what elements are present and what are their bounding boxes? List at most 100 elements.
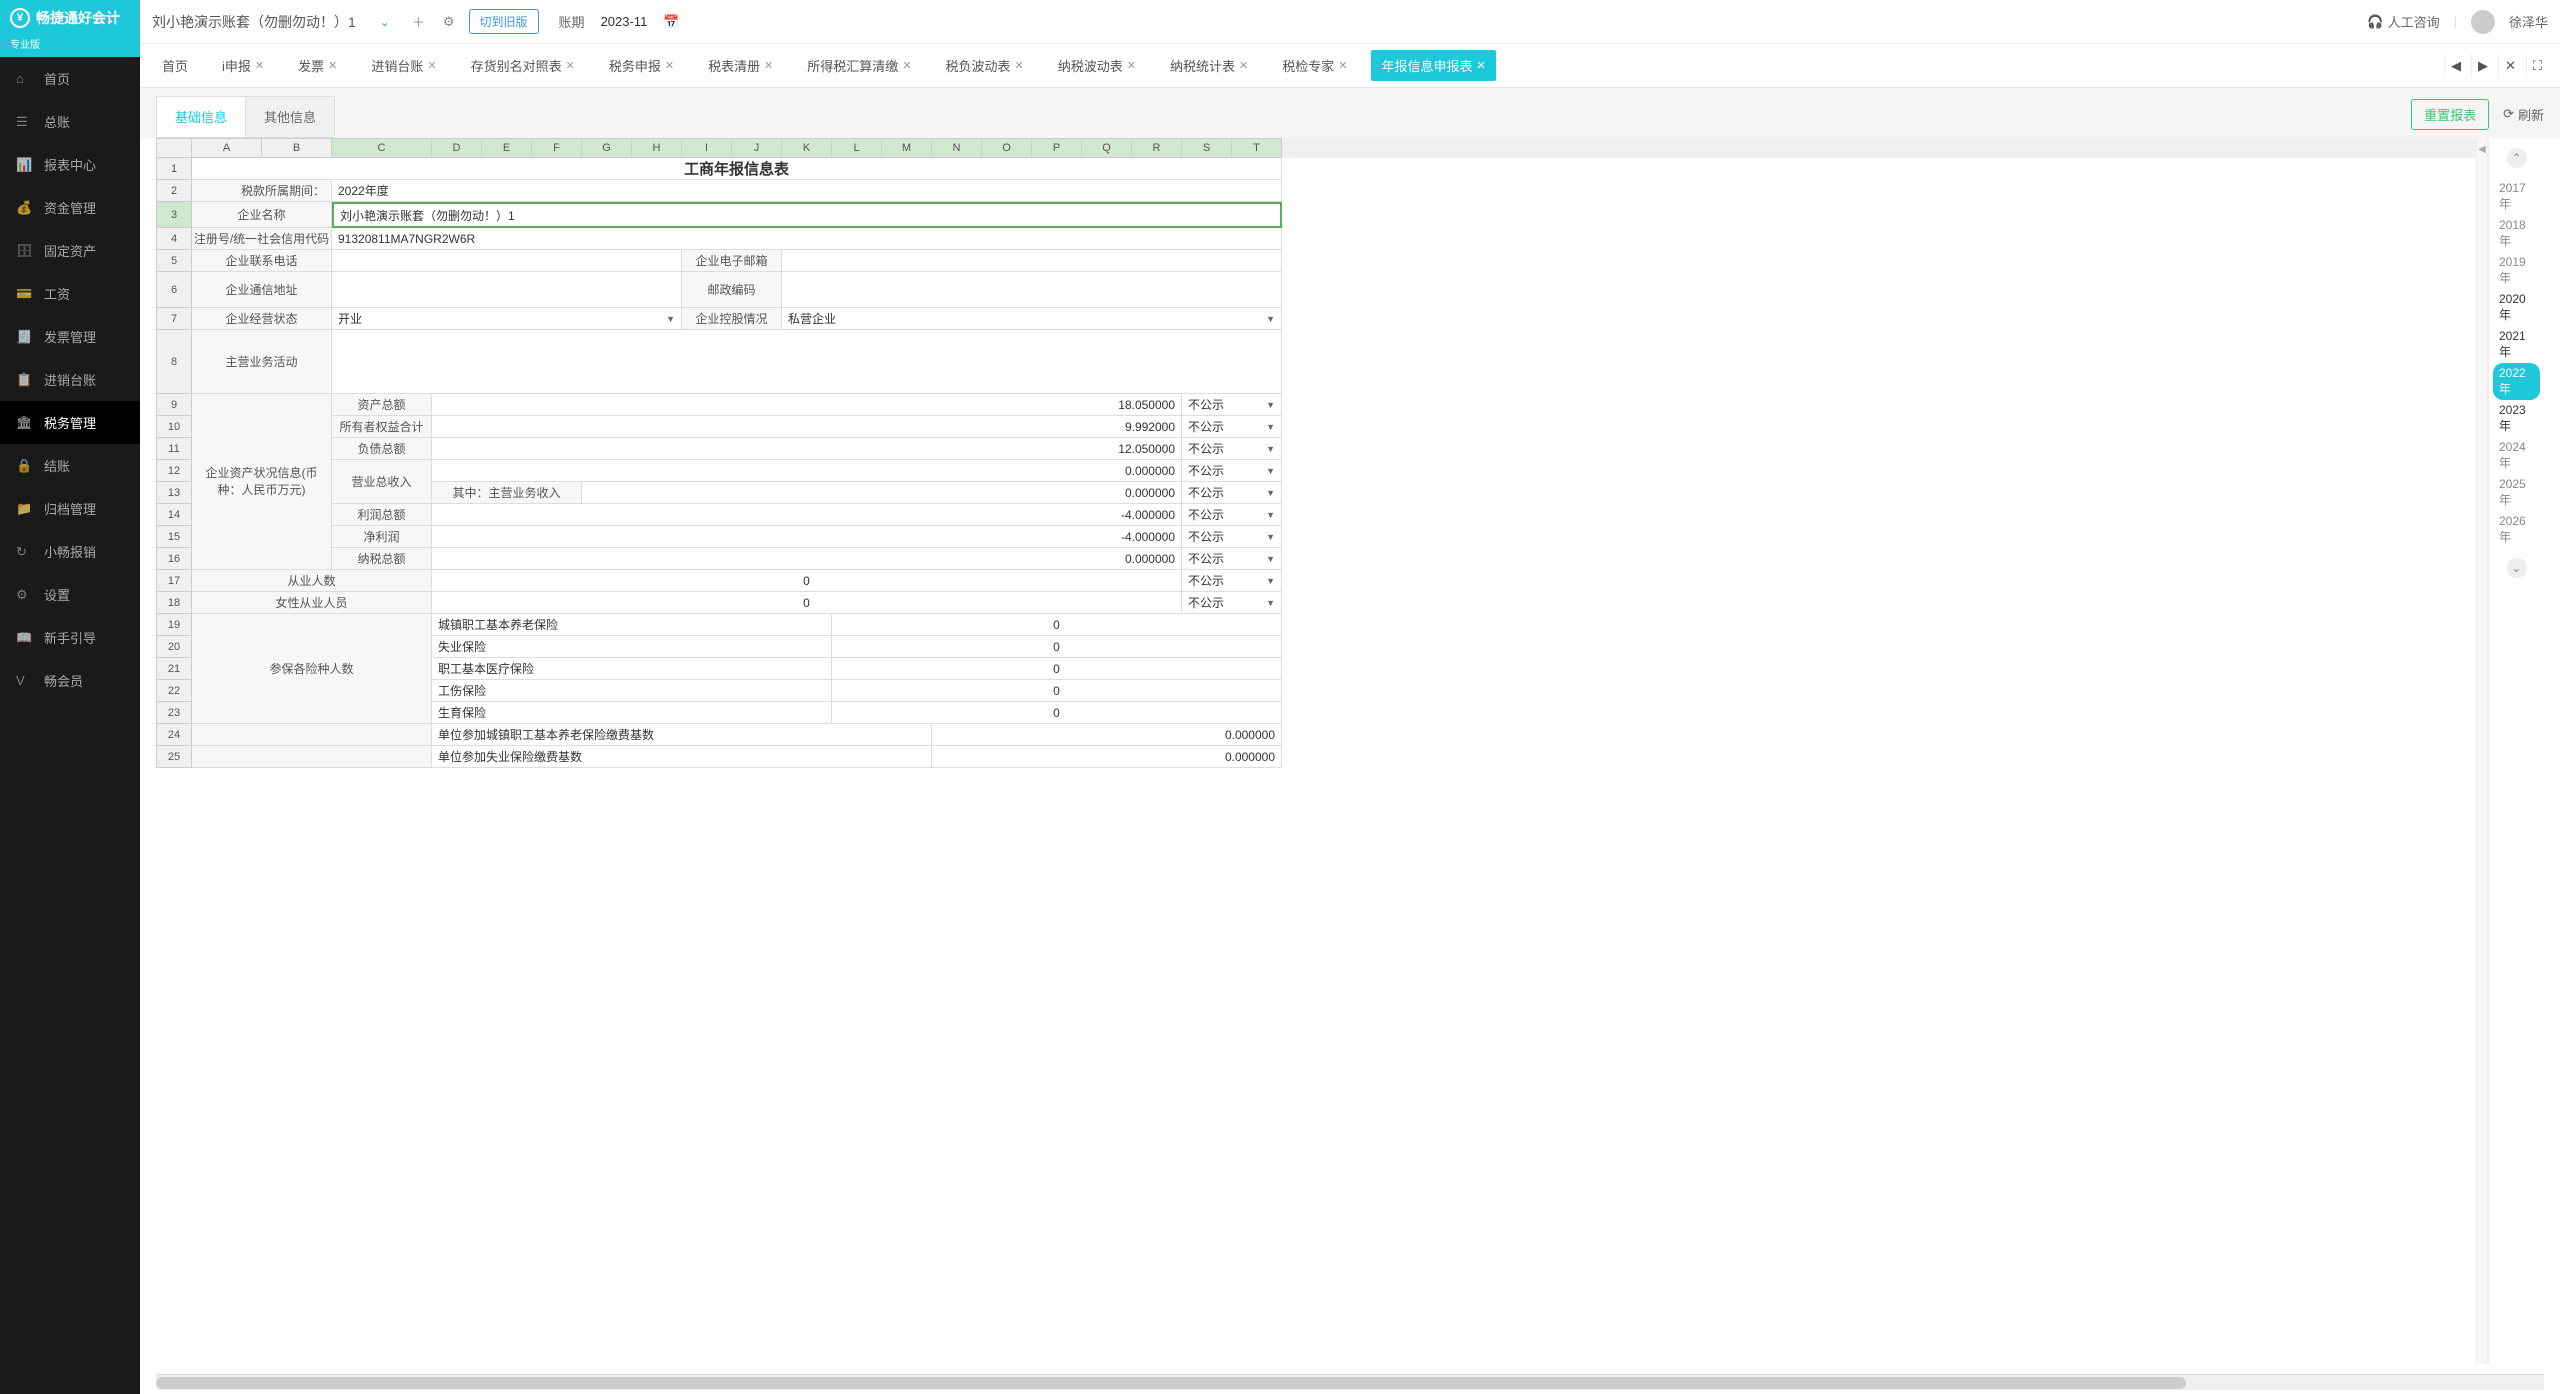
tab[interactable]: 年报信息申报表✕ <box>1371 50 1495 81</box>
row-header[interactable]: 6 <box>156 272 192 308</box>
sidebar-item-salary[interactable]: 💳工资 <box>0 272 140 315</box>
row-header[interactable]: 13 <box>156 482 192 504</box>
tabs-close-all-icon[interactable]: ✕ <box>2498 54 2522 78</box>
row-header[interactable]: 24 <box>156 724 192 746</box>
close-icon[interactable]: ✕ <box>1476 59 1485 72</box>
year-item[interactable]: 2023年 <box>2493 400 2540 437</box>
col-header[interactable]: M <box>882 138 932 158</box>
col-header[interactable]: G <box>582 138 632 158</box>
year-item[interactable]: 2026年 <box>2493 511 2540 548</box>
ins-row-value[interactable]: 0 <box>832 702 1282 724</box>
year-item[interactable]: 2019年 <box>2493 252 2540 289</box>
sidebar-item-tax[interactable]: 🏛税务管理 <box>0 401 140 444</box>
sidebar-item-report[interactable]: 📊报表中心 <box>0 143 140 186</box>
col-header[interactable]: K <box>782 138 832 158</box>
row-header[interactable]: 15 <box>156 526 192 548</box>
row-header[interactable]: 3 <box>156 202 192 228</box>
tab[interactable]: 纳税波动表✕ <box>1048 50 1146 81</box>
publish-dropdown[interactable]: 不公示 <box>1182 570 1282 592</box>
col-header[interactable]: N <box>932 138 982 158</box>
tabs-next-icon[interactable]: ▶ <box>2471 54 2494 78</box>
calendar-icon[interactable]: 📅 <box>663 14 679 30</box>
col-header[interactable]: B <box>262 138 332 158</box>
tabs-prev-icon[interactable]: ◀ <box>2444 54 2467 78</box>
sidebar-item-reimburse[interactable]: ↻小畅报销 <box>0 530 140 573</box>
row-header[interactable]: 4 <box>156 228 192 250</box>
reg-value-cell[interactable]: 91320811MA7NGR2W6R <box>332 228 1282 250</box>
fin-row-value[interactable]: 12.050000 <box>432 438 1182 460</box>
addr-value-cell[interactable] <box>332 272 682 308</box>
ins-row-value[interactable]: 0 <box>832 636 1282 658</box>
row-header[interactable]: 7 <box>156 308 192 330</box>
sidebar-item-home[interactable]: ⌂首页 <box>0 57 140 100</box>
tab[interactable]: i申报✕ <box>212 50 274 81</box>
tab[interactable]: 税负波动表✕ <box>936 50 1034 81</box>
publish-dropdown[interactable]: 不公示 <box>1182 592 1282 614</box>
sidebar-item-invoice[interactable]: 🧾发票管理 <box>0 315 140 358</box>
row-header[interactable]: 21 <box>156 658 192 680</box>
row-header[interactable]: 17 <box>156 570 192 592</box>
row-header[interactable]: 1 <box>156 158 192 180</box>
year-up-icon[interactable]: ⌃ <box>2507 148 2527 168</box>
sidebar-item-fund[interactable]: 💰资金管理 <box>0 186 140 229</box>
year-item[interactable]: 2018年 <box>2493 215 2540 252</box>
col-header[interactable]: S <box>1182 138 1232 158</box>
row-header[interactable]: 5 <box>156 250 192 272</box>
fullscreen-icon[interactable]: ⛶ <box>2526 54 2548 78</box>
close-icon[interactable]: ✕ <box>902 59 911 72</box>
col-header[interactable]: J <box>732 138 782 158</box>
year-item[interactable]: 2020年 <box>2493 289 2540 326</box>
year-down-icon[interactable]: ⌄ <box>2507 558 2527 578</box>
tab[interactable]: 所得税汇算清缴✕ <box>797 50 921 81</box>
panel-collapse-icon[interactable]: ◀ <box>2476 138 2488 1364</box>
col-header[interactable]: Q <box>1082 138 1132 158</box>
close-icon[interactable]: ✕ <box>764 59 773 72</box>
publish-dropdown[interactable]: 不公示 <box>1182 548 1282 570</box>
fin-row-value[interactable]: 0.000000 <box>432 548 1182 570</box>
col-header[interactable]: O <box>982 138 1032 158</box>
close-icon[interactable]: ✕ <box>1127 59 1136 72</box>
row-header[interactable]: 10 <box>156 416 192 438</box>
gear-icon[interactable]: ⚙ <box>439 10 459 34</box>
spreadsheet[interactable]: ABCDEFGHIJKLMNOPQRST12345678910111213141… <box>156 138 2476 1364</box>
reset-report-button[interactable]: 重置报表 <box>2411 99 2489 130</box>
col-header[interactable]: R <box>1132 138 1182 158</box>
col-header[interactable]: D <box>432 138 482 158</box>
tab[interactable]: 发票✕ <box>288 50 347 81</box>
col-header[interactable]: E <box>482 138 532 158</box>
row-header[interactable]: 16 <box>156 548 192 570</box>
tab[interactable]: 进销台账✕ <box>361 50 446 81</box>
sidebar-item-close[interactable]: 🔒结账 <box>0 444 140 487</box>
sidebar-item-ledger[interactable]: ☰总账 <box>0 100 140 143</box>
fin-row-value[interactable]: -4.000000 <box>432 504 1182 526</box>
year-item[interactable]: 2022年 <box>2493 363 2540 400</box>
add-icon[interactable]: ＋ <box>408 8 429 35</box>
col-header[interactable]: L <box>832 138 882 158</box>
sidebar-item-vip[interactable]: V畅会员 <box>0 659 140 702</box>
row-header[interactable]: 22 <box>156 680 192 702</box>
tab[interactable]: 税表清册✕ <box>698 50 783 81</box>
row-header[interactable]: 14 <box>156 504 192 526</box>
phone-value-cell[interactable] <box>332 250 682 272</box>
close-icon[interactable]: ✕ <box>1239 59 1248 72</box>
publish-dropdown[interactable]: 不公示 <box>1182 504 1282 526</box>
base-row-value[interactable]: 0.000000 <box>932 724 1282 746</box>
sidebar-item-asset[interactable]: 🗄固定资产 <box>0 229 140 272</box>
col-header[interactable]: C <box>332 138 432 158</box>
emp-value-cell[interactable]: 0 <box>432 570 1182 592</box>
sidebar-item-archive[interactable]: 📁归档管理 <box>0 487 140 530</box>
chevron-down-icon[interactable]: ⌄ <box>380 15 390 29</box>
period-value[interactable]: 2023-11 <box>601 14 648 29</box>
row-header[interactable]: 12 <box>156 460 192 482</box>
publish-dropdown[interactable]: 不公示 <box>1182 394 1282 416</box>
holding-dropdown[interactable]: 私营企业 <box>782 308 1282 330</box>
service-link[interactable]: 🎧 人工咨询 <box>2367 12 2439 31</box>
col-header[interactable]: I <box>682 138 732 158</box>
close-icon[interactable]: ✕ <box>1338 59 1347 72</box>
col-header[interactable]: P <box>1032 138 1082 158</box>
fin-sub-value[interactable]: 0.000000 <box>582 482 1182 504</box>
tab[interactable]: 纳税统计表✕ <box>1160 50 1258 81</box>
row-header[interactable]: 9 <box>156 394 192 416</box>
tab[interactable]: 存货别名对照表✕ <box>461 50 585 81</box>
row-header[interactable]: 11 <box>156 438 192 460</box>
